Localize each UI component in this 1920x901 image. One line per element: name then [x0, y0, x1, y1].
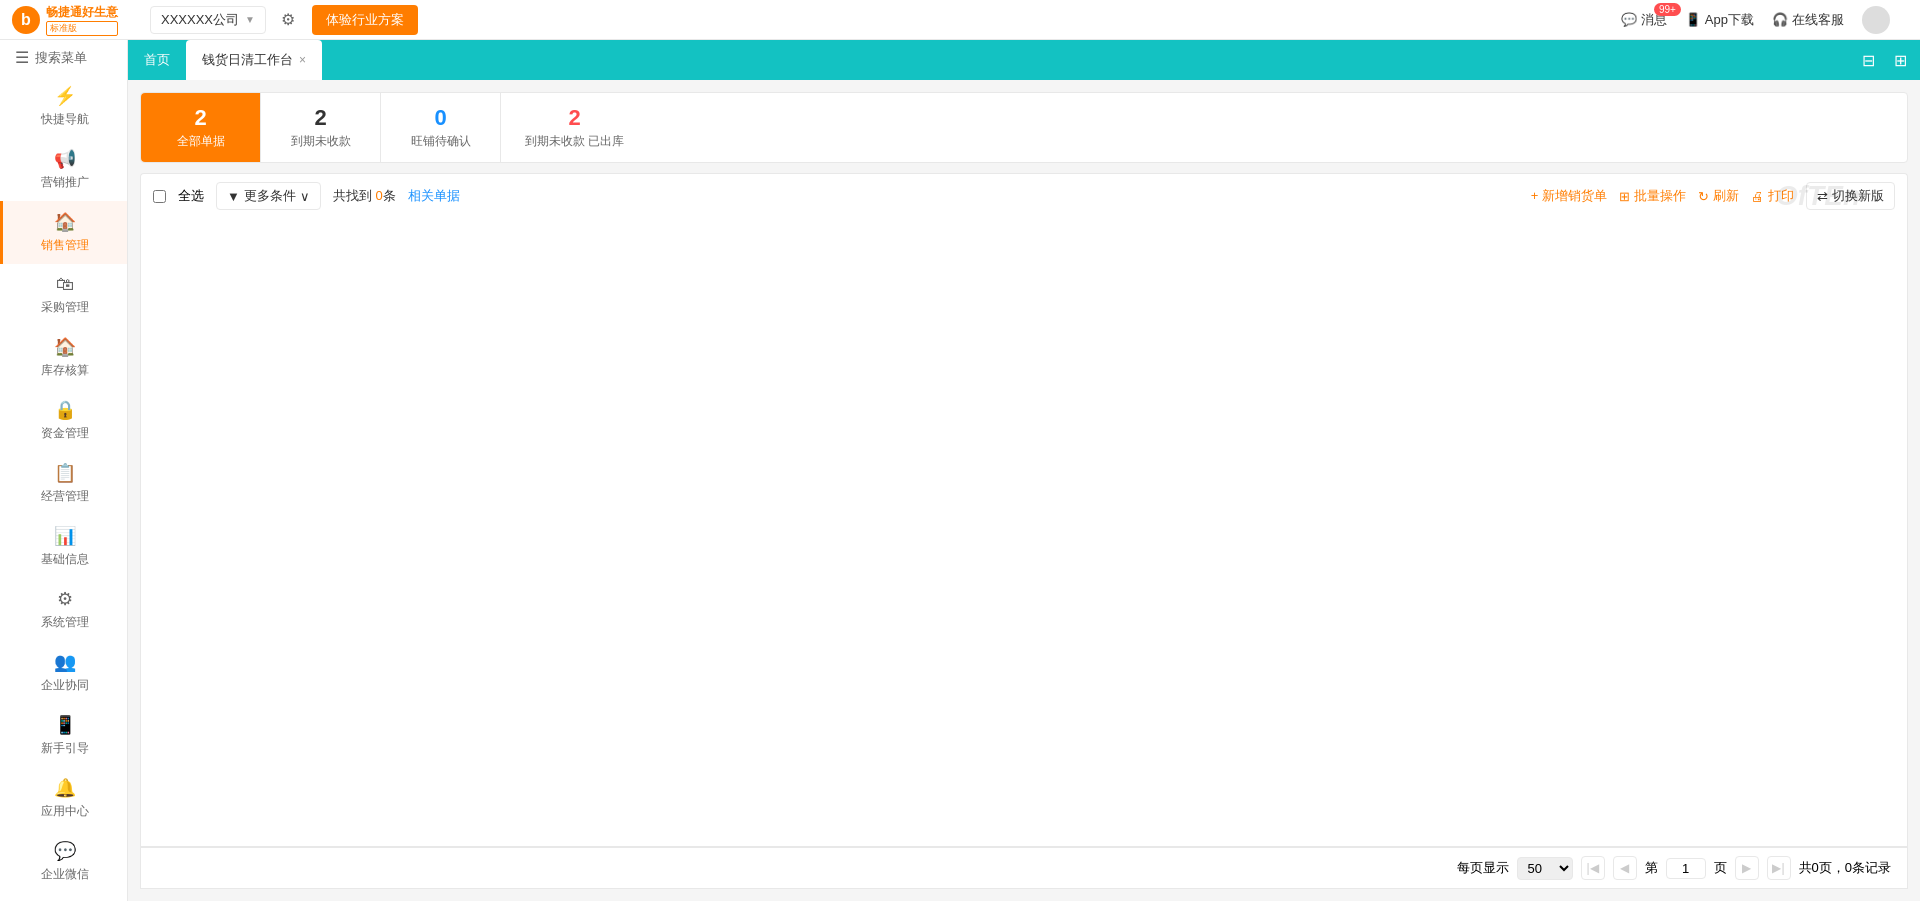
avatar[interactable] [1862, 6, 1890, 34]
logo-text: 畅捷通好生意 标准版 [46, 4, 118, 36]
marketing-icon: 📢 [54, 148, 76, 170]
app-logo: b [12, 6, 40, 34]
finance-icon: 🔒 [54, 399, 76, 421]
sidebar-item-finance[interactable]: 🔒 资金管理 [0, 389, 127, 452]
purchase-icon: 🛍 [56, 274, 74, 295]
basic-icon: 📊 [54, 525, 76, 547]
sidebar: ☰ 搜索菜单 ⚡ 快捷导航 📢 营销推广 🏠 销售管理 🛍 采购管理 🏠 库存核… [0, 40, 128, 901]
page-prev-button[interactable]: ◀ [1613, 856, 1637, 880]
message-badge: 99+ [1654, 3, 1681, 16]
sidebar-item-inventory[interactable]: 🏠 库存核算 [0, 326, 127, 389]
total-info: 共0页，0条记录 [1799, 859, 1891, 877]
search-icon: ☰ [15, 48, 29, 67]
sidebar-item-purchase[interactable]: 🛍 采购管理 [0, 264, 127, 326]
toolbar: 全选 ▼ 更多条件 ∨ 共找到 0条 相关单据 + 新增销货单 ⊞ 批量操 [140, 173, 1908, 218]
print-icon: 🖨 [1751, 189, 1764, 204]
top-right-actions: 💬 消息 99+ 📱 App下载 🎧 在线客服 [1621, 6, 1908, 34]
add-sale-button[interactable]: + 新增销货单 [1531, 187, 1607, 205]
content-area: 首页 钱货日清工作台 × ⊟ ⊞ 2 全部单据 2 到期未收款 [128, 40, 1920, 901]
online-service-button[interactable]: 🎧 在线客服 [1772, 11, 1844, 29]
batch-icon: ⊞ [1619, 189, 1630, 204]
wechat-icon: 💬 [54, 840, 76, 862]
sidebar-item-newbie[interactable]: 📱 新手引导 [0, 704, 127, 767]
settings-icon[interactable]: ⚙ [274, 6, 302, 34]
stat-tab-all[interactable]: 2 全部单据 [141, 93, 261, 162]
trial-button[interactable]: 体验行业方案 [312, 5, 418, 35]
pagination-bar: 每页显示 50 100 200 |◀ ◀ 第 页 ▶ ▶| 共0页，0条记录 [140, 847, 1908, 889]
stat-tab-pending[interactable]: 0 旺铺待确认 [381, 93, 501, 162]
page-size-label: 每页显示 [1457, 859, 1509, 877]
page-content: 2 全部单据 2 到期未收款 0 旺铺待确认 2 到期未收款 已出库 [128, 80, 1920, 901]
operations-icon: 📋 [54, 462, 76, 484]
stat-tab-shipped[interactable]: 2 到期未收款 已出库 [501, 93, 648, 162]
sidebar-item-sales[interactable]: 🏠 销售管理 [0, 201, 127, 264]
appstore-icon: 🔔 [54, 777, 76, 799]
sidebar-item-appstore[interactable]: 🔔 应用中心 [0, 767, 127, 830]
logo-area: b 畅捷通好生意 标准版 [12, 4, 140, 36]
stat-tab-overdue[interactable]: 2 到期未收款 [261, 93, 381, 162]
switch-version-button[interactable]: ⇄ 切换新版 [1806, 182, 1895, 210]
related-link[interactable]: 相关单据 [408, 187, 460, 205]
app-download-button[interactable]: 📱 App下载 [1685, 11, 1754, 29]
company-selector[interactable]: XXXXXX公司 ▼ [150, 6, 266, 34]
found-count: 共找到 0条 [333, 187, 396, 205]
sidebar-item-collab[interactable]: 👥 企业协同 [0, 641, 127, 704]
page-input[interactable] [1666, 858, 1706, 879]
sidebar-item-marketing[interactable]: 📢 营销推广 [0, 138, 127, 201]
tab-close-icon[interactable]: × [299, 53, 306, 67]
filter-icon: ▼ [227, 189, 240, 204]
system-icon: ⚙ [57, 588, 73, 610]
tab-bar-actions: ⊟ ⊞ [1856, 48, 1920, 72]
toolbar-right: + 新增销货单 ⊞ 批量操作 ↻ 刷新 🖨 打印 ⇄ [1531, 182, 1895, 210]
app-icon: 📱 [1685, 12, 1701, 27]
sales-icon: 🏠 [54, 211, 76, 233]
chevron-down-icon: ▼ [245, 14, 255, 25]
stats-tabs: 2 全部单据 2 到期未收款 0 旺铺待确认 2 到期未收款 已出库 [140, 92, 1908, 163]
sidebar-item-operations[interactable]: 📋 经营管理 [0, 452, 127, 515]
page-last-button[interactable]: ▶| [1767, 856, 1791, 880]
page-size-select[interactable]: 50 100 200 [1517, 857, 1573, 880]
sidebar-item-search[interactable]: ☰ 搜索菜单 [0, 40, 127, 75]
tab-bar: 首页 钱货日清工作台 × ⊟ ⊞ [128, 40, 1920, 80]
sidebar-item-member[interactable]: ▽ 畅会员 [0, 893, 127, 901]
select-all-checkbox[interactable] [153, 190, 166, 203]
print-button[interactable]: 🖨 打印 [1751, 187, 1794, 205]
tab-expand-icon[interactable]: ⊞ [1888, 48, 1912, 72]
sidebar-item-wechat[interactable]: 💬 企业微信 [0, 830, 127, 893]
batch-button[interactable]: ⊞ 批量操作 [1619, 187, 1686, 205]
page-label: 第 [1645, 859, 1658, 877]
message-button[interactable]: 💬 消息 99+ [1621, 11, 1667, 29]
filter-button[interactable]: ▼ 更多条件 ∨ [216, 182, 321, 210]
newbie-icon: 📱 [54, 714, 76, 736]
switch-icon: ⇄ [1817, 189, 1828, 204]
page-first-button[interactable]: |◀ [1581, 856, 1605, 880]
top-bar: b 畅捷通好生意 标准版 XXXXXX公司 ▼ ⚙ 体验行业方案 💬 消息 99… [0, 0, 1920, 40]
select-all-label: 全选 [178, 187, 204, 205]
sidebar-item-quick[interactable]: ⚡ 快捷导航 [0, 75, 127, 138]
table-area [140, 218, 1908, 847]
collab-icon: 👥 [54, 651, 76, 673]
refresh-button[interactable]: ↻ 刷新 [1698, 187, 1739, 205]
sidebar-item-system[interactable]: ⚙ 系统管理 [0, 578, 127, 641]
chevron-down-icon: ∨ [300, 189, 310, 204]
page-label-2: 页 [1714, 859, 1727, 877]
message-icon: 💬 [1621, 12, 1637, 27]
main-layout: ☰ 搜索菜单 ⚡ 快捷导航 📢 营销推广 🏠 销售管理 🛍 采购管理 🏠 库存核… [0, 40, 1920, 901]
tab-home[interactable]: 首页 [128, 40, 186, 80]
inventory-icon: 🏠 [54, 336, 76, 358]
service-icon: 🎧 [1772, 12, 1788, 27]
refresh-icon: ↻ [1698, 189, 1709, 204]
quick-icon: ⚡ [54, 85, 76, 107]
page-next-button[interactable]: ▶ [1735, 856, 1759, 880]
tab-active[interactable]: 钱货日清工作台 × [186, 40, 322, 80]
tab-minimize-icon[interactable]: ⊟ [1856, 48, 1880, 72]
sidebar-item-basic[interactable]: 📊 基础信息 [0, 515, 127, 578]
